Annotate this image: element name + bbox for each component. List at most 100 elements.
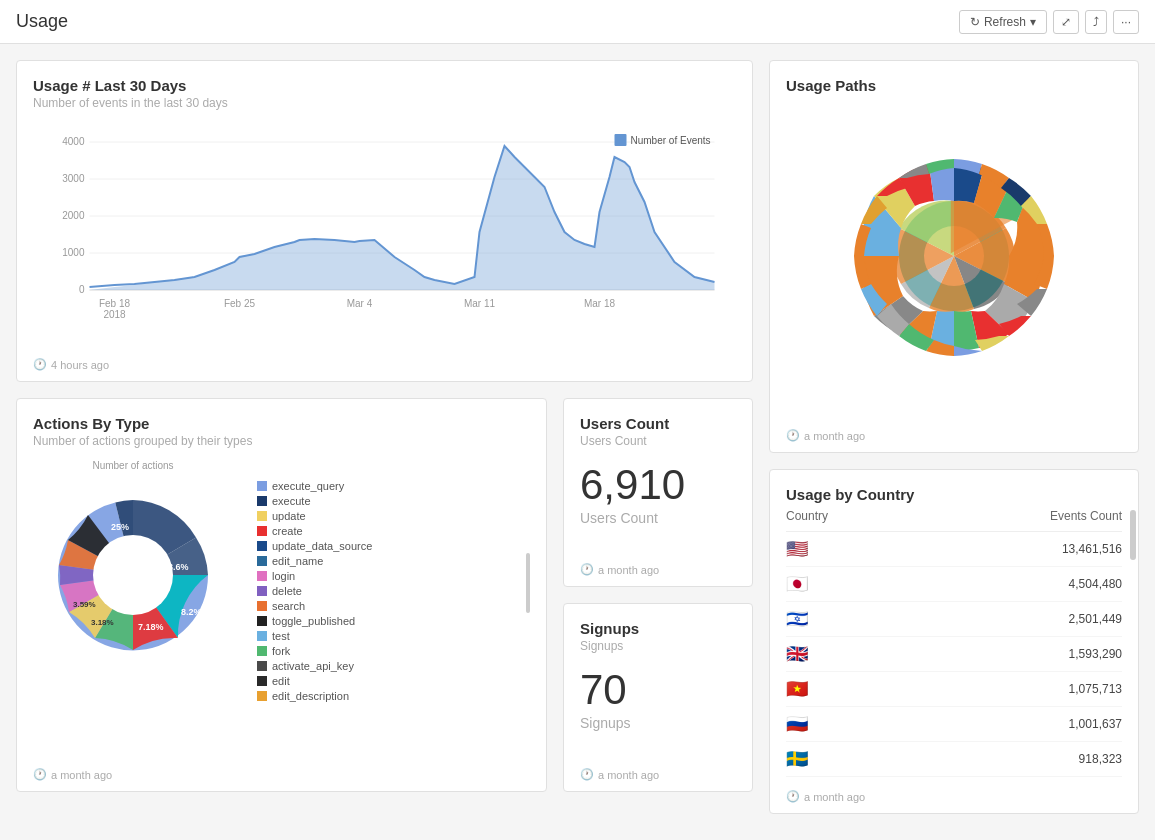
legend-item: search: [257, 600, 530, 612]
users-subtitle: Users Count: [580, 434, 736, 448]
actions-footer: 🕐 a month ago: [33, 768, 112, 781]
clock-icon: 🕐: [33, 358, 47, 371]
sunburst-area: [786, 96, 1122, 416]
svg-text:1000: 1000: [62, 247, 85, 258]
legend-label: edit: [272, 675, 290, 687]
legend-label: test: [272, 630, 290, 642]
legend-label: search: [272, 600, 305, 612]
country-flag: 🇸🇪: [786, 742, 910, 777]
legend-item: edit: [257, 675, 530, 687]
top-bar: Usage ↻ Refresh ▾ ⤢ ⤴ ···: [0, 0, 1155, 44]
svg-text:25%: 25%: [111, 522, 129, 532]
actions-chart-card: Actions By Type Number of actions groupe…: [16, 398, 547, 792]
event-count: 1,593,290: [910, 637, 1122, 672]
table-row: 🇯🇵 4,504,480: [786, 567, 1122, 602]
chart-label: Number of actions: [92, 460, 173, 471]
sunburst-chart: [799, 106, 1109, 406]
refresh-button[interactable]: ↻ Refresh ▾: [959, 10, 1047, 34]
legend-label: update_data_source: [272, 540, 372, 552]
country-title: Usage by Country: [786, 486, 1122, 503]
legend-color: [257, 496, 267, 506]
legend-item: edit_description: [257, 690, 530, 702]
signups-subtitle: Signups: [580, 639, 736, 653]
svg-text:4000: 4000: [62, 136, 85, 147]
country-flag: 🇮🇱: [786, 602, 910, 637]
svg-text:Mar 18: Mar 18: [584, 298, 616, 309]
donut-chart: 43.6% 25% 8.2% 7.18% 3.18% 3.59%: [33, 475, 233, 675]
legend-color: [257, 526, 267, 536]
refresh-icon: ↻: [970, 15, 980, 29]
dropdown-arrow: ▾: [1030, 15, 1036, 29]
usage-paths-footer: 🕐 a month ago: [786, 429, 865, 442]
legend-label: edit_description: [272, 690, 349, 702]
actions-title: Actions By Type: [33, 415, 530, 432]
legend-color: [257, 616, 267, 626]
svg-point-20: [93, 535, 173, 615]
legend-item: delete: [257, 585, 530, 597]
svg-text:3000: 3000: [62, 173, 85, 184]
more-button[interactable]: ···: [1113, 10, 1139, 34]
usage-chart-subtitle: Number of events in the last 30 days: [33, 96, 736, 110]
legend-label: create: [272, 525, 303, 537]
clock-icon-5: 🕐: [786, 429, 800, 442]
legend-item: execute_query: [257, 480, 530, 492]
country-col-header: Country: [786, 505, 910, 532]
legend-color: [257, 511, 267, 521]
svg-text:Feb 18: Feb 18: [99, 298, 131, 309]
stats-column: Users Count Users Count 6,910 Users Coun…: [563, 398, 753, 792]
line-chart: 4000 3000 2000 1000 0 Feb 18 2018 Feb 25…: [33, 122, 736, 342]
legend-color: [257, 691, 267, 701]
legend-item: fork: [257, 645, 530, 657]
left-column: Usage # Last 30 Days Number of events in…: [16, 60, 753, 814]
legend-label: execute_query: [272, 480, 344, 492]
svg-text:43.6%: 43.6%: [163, 562, 189, 572]
event-count: 1,001,637: [910, 707, 1122, 742]
table-row: 🇮🇱 2,501,449: [786, 602, 1122, 637]
signups-title: Signups: [580, 620, 736, 637]
users-value: 6,910: [580, 464, 736, 506]
users-label: Users Count: [580, 510, 736, 526]
legend-label: update: [272, 510, 306, 522]
dashboard: Usage # Last 30 Days Number of events in…: [0, 44, 1155, 840]
legend-color: [257, 586, 267, 596]
legend-label: edit_name: [272, 555, 323, 567]
svg-text:2000: 2000: [62, 210, 85, 221]
legend-color: [257, 676, 267, 686]
legend-label: delete: [272, 585, 302, 597]
legend-color: [257, 556, 267, 566]
usage-by-country-card: Usage by Country Country Events Count 🇺🇸…: [769, 469, 1139, 814]
share-button[interactable]: ⤴: [1085, 10, 1107, 34]
clock-icon-6: 🕐: [786, 790, 800, 803]
usage-paths-card: Usage Paths: [769, 60, 1139, 453]
legend-list: execute_query execute update create upda…: [257, 480, 530, 702]
scrollbar[interactable]: [526, 553, 530, 613]
legend-label: login: [272, 570, 295, 582]
signups-label: Signups: [580, 715, 736, 731]
signups-card: Signups Signups 70 Signups 🕐 a month ago: [563, 603, 753, 792]
table-row: 🇻🇳 1,075,713: [786, 672, 1122, 707]
signups-value: 70: [580, 669, 736, 711]
expand-button[interactable]: ⤢: [1053, 10, 1079, 34]
country-scrollbar[interactable]: [1130, 510, 1136, 560]
svg-text:0: 0: [79, 284, 85, 295]
users-footer: 🕐 a month ago: [580, 563, 659, 576]
svg-marker-17: [90, 146, 715, 290]
users-title: Users Count: [580, 415, 736, 432]
chart-legend: execute_query execute update create upda…: [249, 460, 530, 705]
legend-item: edit_name: [257, 555, 530, 567]
legend-item: activate_api_key: [257, 660, 530, 672]
legend-item: login: [257, 570, 530, 582]
legend-item: update_data_source: [257, 540, 530, 552]
legend-color: [257, 541, 267, 551]
event-count: 2,501,449: [910, 602, 1122, 637]
svg-text:3.59%: 3.59%: [73, 600, 96, 609]
clock-icon-4: 🕐: [580, 768, 594, 781]
svg-text:3.18%: 3.18%: [91, 618, 114, 627]
table-row: 🇸🇪 918,323: [786, 742, 1122, 777]
svg-text:Mar 4: Mar 4: [347, 298, 373, 309]
legend-label: toggle_published: [272, 615, 355, 627]
table-row: 🇬🇧 1,593,290: [786, 637, 1122, 672]
svg-rect-18: [615, 134, 627, 146]
page-title: Usage: [16, 11, 68, 32]
legend-color: [257, 661, 267, 671]
